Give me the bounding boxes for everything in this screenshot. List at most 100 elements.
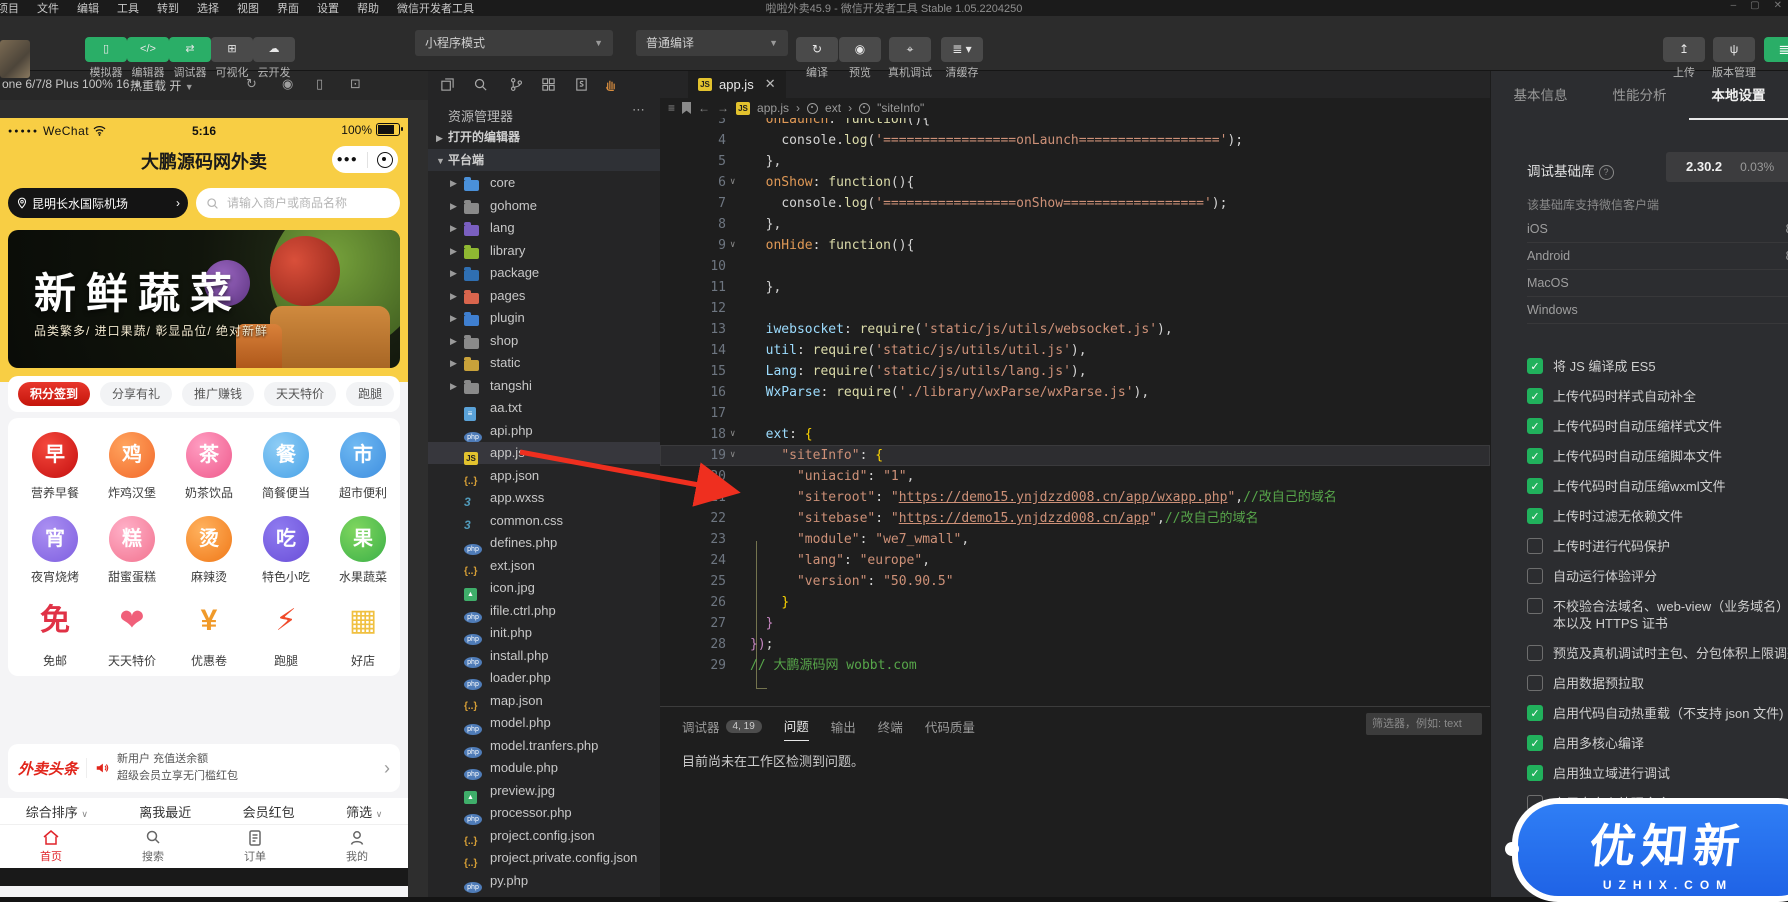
tree-item-processor.php[interactable]: phpprocessor.php [428, 802, 660, 824]
tree-item-init.php[interactable]: phpinit.php [428, 622, 660, 644]
breadcrumb-symbol[interactable]: ext [825, 101, 841, 115]
tree-item-defines.php[interactable]: phpdefines.php [428, 532, 660, 554]
menu-item-编辑[interactable]: 编辑 [68, 0, 108, 16]
wechat-capsule[interactable]: ●●● [332, 146, 398, 173]
tree-item-project.config.json[interactable]: {..}project.config.json [428, 825, 660, 847]
tree-item-model.tranfers.php[interactable]: phpmodel.tranfers.php [428, 735, 660, 757]
tree-item-app.json[interactable]: {..}app.json [428, 465, 660, 487]
toolbar-button-版本管理[interactable]: ψ版本管理 [1712, 37, 1756, 80]
menu-item-设置[interactable]: 设置 [308, 0, 348, 16]
checked-checkbox-icon[interactable]: ✓ [1527, 418, 1543, 434]
problems-filter-input[interactable] [1366, 713, 1482, 735]
details-button[interactable]: ≣ [1764, 37, 1788, 62]
more-actions-icon[interactable]: ⋯ [632, 102, 646, 118]
code-area[interactable]: 3 onLaunch: function(){4 console.log('==… [660, 118, 1490, 700]
outline-icon[interactable]: ≡ [668, 101, 675, 115]
setting-启用数据预拉取[interactable]: 启用数据预拉取 [1527, 675, 1788, 692]
nav-首页[interactable]: 首页 [0, 825, 102, 869]
capsule-target-icon[interactable] [377, 152, 393, 168]
tag-天天特价[interactable]: 天天特价 [264, 382, 336, 406]
toolbar-button-预览[interactable]: ◉预览 [838, 37, 882, 80]
tree-item-module.php[interactable]: phpmodule.php [428, 757, 660, 779]
category-特色小吃[interactable]: 吃特色小吃 [247, 516, 325, 585]
nav-我的[interactable]: 我的 [306, 825, 408, 869]
checked-checkbox-icon[interactable]: ✓ [1527, 705, 1543, 721]
setting-上传时过滤无依赖文件[interactable]: ✓上传时过滤无依赖文件 [1527, 508, 1788, 525]
menu-item-选择[interactable]: 选择 [188, 0, 228, 16]
maximize-icon[interactable]: ▢ [1750, 0, 1759, 11]
tree-item-model.php[interactable]: phpmodel.php [428, 712, 660, 734]
search-bar[interactable] [196, 188, 400, 218]
phone-frame-icon[interactable]: ▯ [316, 76, 323, 92]
breadcrumb[interactable]: ≡ ← → JS app.js › ext › "siteInfo" [668, 98, 924, 118]
unchecked-checkbox-icon[interactable] [1527, 568, 1543, 584]
checked-checkbox-icon[interactable]: ✓ [1527, 478, 1543, 494]
category-优惠卷[interactable]: ¥优惠卷 [170, 600, 248, 669]
tree-item-api.php[interactable]: phpapi.php [428, 420, 660, 442]
unchecked-checkbox-icon[interactable] [1527, 645, 1543, 661]
promo-banner[interactable]: 新鲜蔬菜 品类繁多/ 进口果蔬/ 彰显品位/ 绝对新鲜 [8, 230, 400, 368]
setting-自动运行体验评分[interactable]: 自动运行体验评分 [1527, 568, 1788, 585]
tree-item-project.private.config.json[interactable]: {..}project.private.config.json [428, 847, 660, 869]
info-icon[interactable]: ? [1599, 165, 1614, 180]
panel-tab-终端[interactable]: 终端 [878, 717, 903, 741]
category-简餐便当[interactable]: 餐简餐便当 [247, 432, 325, 501]
breadcrumb-symbol[interactable]: "siteInfo" [877, 101, 924, 115]
tree-item-shop[interactable]: ▶shop [428, 330, 660, 352]
menu-item-工具[interactable]: 工具 [108, 0, 148, 16]
setting-上传代码时自动压缩样式文[interactable]: ✓上传代码时自动压缩样式文件 [1527, 418, 1788, 435]
category-夜宵烧烤[interactable]: 宵夜宵烧烤 [16, 516, 94, 585]
fold-arrow-icon[interactable]: ∨ [730, 172, 735, 193]
tab-本地设置[interactable]: 本地设置 [1689, 84, 1788, 120]
tab-基本信息[interactable]: 基本信息 [1491, 84, 1590, 120]
source-control-icon[interactable] [509, 77, 524, 95]
hand-tool-icon[interactable] [603, 77, 618, 95]
filter-筛选[interactable]: 筛选 ∨ [346, 802, 382, 821]
menu-item-转到[interactable]: 转到 [148, 0, 188, 16]
search-icon[interactable] [473, 77, 488, 95]
panel-tab-问题[interactable]: 问题 [784, 716, 809, 741]
checked-checkbox-icon[interactable]: ✓ [1527, 765, 1543, 781]
tag-推广赚钱[interactable]: 推广赚钱 [182, 382, 254, 406]
toolbar-button-云开发[interactable]: ☁云开发 [252, 37, 296, 80]
close-icon[interactable]: ✕ [1774, 0, 1782, 11]
more-dots-icon[interactable]: ●●● [337, 154, 358, 165]
fold-arrow-icon[interactable]: ∨ [730, 424, 735, 445]
location-selector[interactable]: 昆明长水国际机场 › [8, 188, 188, 218]
breadcrumb-file[interactable]: app.js [757, 101, 789, 115]
tag-积分签到[interactable]: 积分签到 [18, 382, 90, 406]
menu-item-项目[interactable]: 项目 [0, 0, 28, 16]
tree-item-map.json[interactable]: {..}map.json [428, 690, 660, 712]
category-跑腿[interactable]: ⚡跑腿 [247, 600, 325, 669]
tree-item-app.wxss[interactable]: 3app.wxss [428, 487, 660, 509]
category-营养早餐[interactable]: 早营养早餐 [16, 432, 94, 501]
tree-item-preview.jpg[interactable]: ▲preview.jpg [428, 780, 660, 802]
tree-item-app.js[interactable]: JSapp.js [428, 442, 660, 464]
filter-会员红包[interactable]: 会员红包 [243, 802, 295, 821]
toolbar-button-上传[interactable]: ↥上传 [1662, 37, 1706, 80]
checked-checkbox-icon[interactable]: ✓ [1527, 508, 1543, 524]
checked-checkbox-icon[interactable]: ✓ [1527, 735, 1543, 751]
toolbar-button-调试器[interactable]: ⇄调试器 [168, 37, 212, 80]
compile-mode-select[interactable]: 普通编译▼ [636, 30, 788, 56]
toolbar-button-清缓存[interactable]: ≣ ▾清缓存 [940, 37, 984, 80]
category-水果蔬菜[interactable]: 果水果蔬菜 [324, 516, 402, 585]
filter-综合排序[interactable]: 综合排序 ∨ [26, 802, 88, 821]
setting-预览及真机调试时主包、分[interactable]: 预览及真机调试时主包、分包体积上限调整 [1527, 645, 1788, 662]
tree-item-core[interactable]: ▶core [428, 172, 660, 194]
minimize-icon[interactable]: – [1731, 0, 1737, 11]
tree-item-aa.txt[interactable]: ≡aa.txt [428, 397, 660, 419]
fold-arrow-icon[interactable]: ∨ [730, 235, 735, 256]
tab-app-js[interactable]: JS app.js ✕ [688, 70, 786, 98]
tree-item-gohome[interactable]: ▶gohome [428, 195, 660, 217]
category-天天特价[interactable]: ❤天天特价 [93, 600, 171, 669]
close-icon[interactable]: ✕ [765, 76, 776, 92]
setting-上传代码时自动压缩wxm[interactable]: ✓上传代码时自动压缩wxml文件 [1527, 478, 1788, 495]
mode-select[interactable]: 小程序模式▼ [415, 30, 613, 56]
tree-item-pages[interactable]: ▶pages [428, 285, 660, 307]
tree-item-plugin[interactable]: ▶plugin [428, 307, 660, 329]
checked-checkbox-icon[interactable]: ✓ [1527, 358, 1543, 374]
tab-性能分析[interactable]: 性能分析 [1590, 84, 1689, 120]
avatar[interactable] [0, 40, 30, 78]
open-editors-section[interactable]: ▶打开的编辑器 [428, 126, 660, 148]
